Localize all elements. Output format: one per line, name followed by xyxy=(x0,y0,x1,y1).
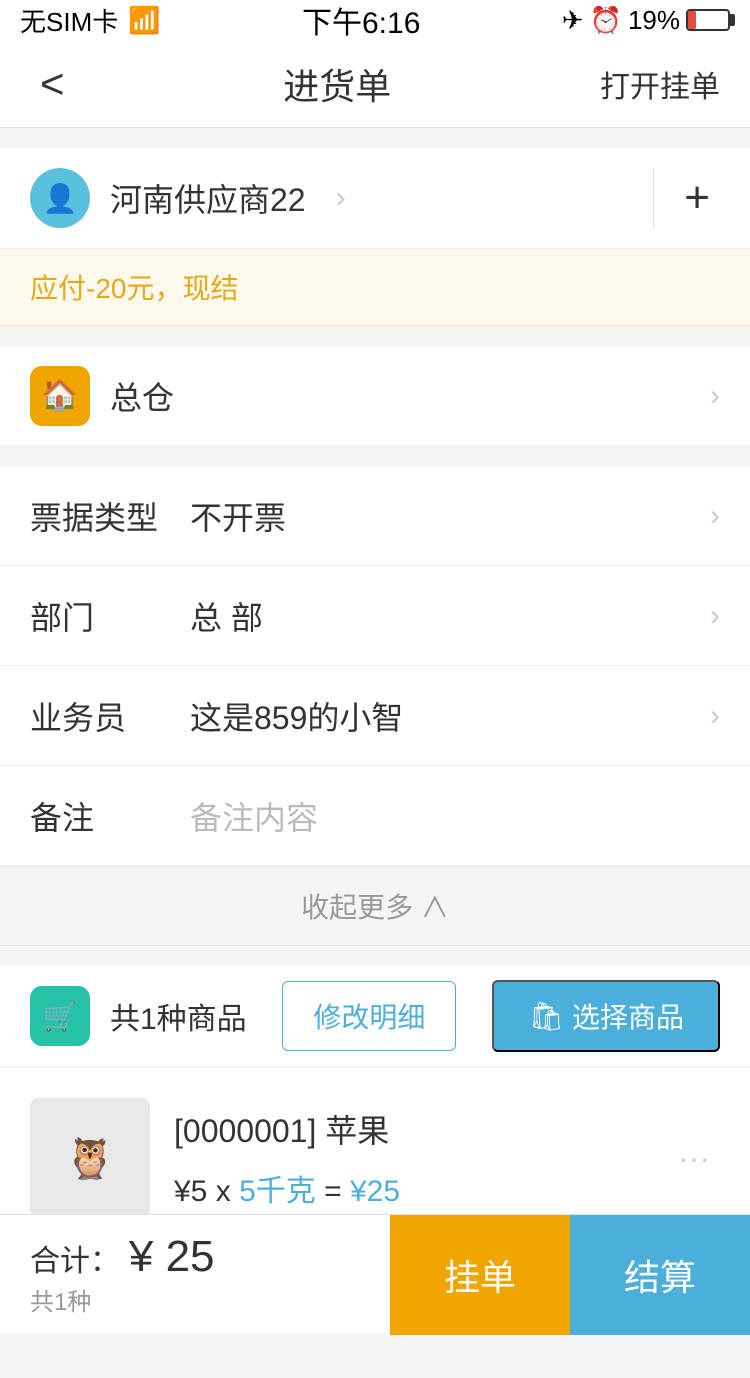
carrier-text: 无SIM卡 xyxy=(20,2,118,39)
product-name-text: 苹果 xyxy=(325,1113,389,1149)
battery-percent: 19% xyxy=(628,5,680,36)
remark-row[interactable]: 备注 备注内容 xyxy=(0,766,750,866)
status-time: 下午6:16 xyxy=(302,0,420,42)
footer-total: 合计： ¥ 25 共1种 xyxy=(0,1232,390,1317)
invoice-type-label: 票据类型 xyxy=(30,493,170,539)
back-button[interactable]: < xyxy=(30,50,75,118)
battery-icon xyxy=(686,9,730,31)
warehouse-row[interactable]: 🏠 总仓 › xyxy=(0,346,750,446)
remark-input[interactable]: 备注内容 xyxy=(190,793,720,839)
supplier-section: 👤 河南供应商22 › + xyxy=(0,148,750,249)
location-icon: ✈ xyxy=(562,5,584,36)
supplier-chevron-icon: › xyxy=(336,181,346,215)
product-header: 🛒 共1种商品 修改明细 🛍 选择商品 xyxy=(0,966,750,1066)
status-bar-right: ✈ ⏰ 19% xyxy=(562,5,730,36)
supplier-avatar: 👤 xyxy=(30,168,90,228)
product-icon: 🛒 xyxy=(30,986,90,1046)
total-value: ¥25 xyxy=(350,1175,400,1208)
invoice-type-row[interactable]: 票据类型 不开票 › xyxy=(0,466,750,566)
alarm-icon: ⏰ xyxy=(590,5,622,36)
warehouse-icon: 🏠 xyxy=(30,366,90,426)
page-title: 进货单 xyxy=(283,58,391,110)
warehouse-name: 总仓 xyxy=(110,373,680,419)
product-count: 共1种商品 xyxy=(110,994,262,1038)
total-label: 合计： xyxy=(30,1245,120,1278)
department-label: 部门 xyxy=(30,593,170,639)
hang-button[interactable]: 挂单 xyxy=(390,1215,570,1335)
warehouse-chevron-icon: › xyxy=(710,379,720,413)
footer: 合计： ¥ 25 共1种 挂单 结算 xyxy=(0,1214,750,1334)
product-code: [0000001] xyxy=(174,1113,316,1149)
wifi-icon: 📶 xyxy=(128,5,160,36)
supplier-name: 河南供应商22 xyxy=(110,175,306,221)
equals-sign: = xyxy=(324,1175,350,1208)
edit-detail-button[interactable]: 修改明细 xyxy=(282,981,456,1051)
invoice-type-value: 不开票 xyxy=(190,493,680,539)
product-more-button[interactable]: ··· xyxy=(668,1130,720,1187)
product-info: [0000001] 苹果 ¥5 x 5千克 = ¥25 xyxy=(174,1106,644,1210)
salesperson-label: 业务员 xyxy=(30,693,170,739)
collapse-label: 收起更多 ∧ xyxy=(301,886,449,926)
department-value: 总 部 xyxy=(190,593,680,639)
pay-button[interactable]: 结算 xyxy=(570,1215,750,1335)
select-product-label: 选择商品 xyxy=(572,996,684,1036)
status-bar-left: 无SIM卡 📶 xyxy=(20,2,161,39)
hang-label: 挂单 xyxy=(444,1249,516,1301)
invoice-chevron-icon: › xyxy=(710,499,720,533)
pay-label: 结算 xyxy=(624,1249,696,1301)
quantity-value: 5千克 xyxy=(239,1175,316,1208)
cart-icon: 🛍 xyxy=(528,1000,564,1033)
total-sub: 共1种 xyxy=(30,1282,360,1317)
total-amount: ¥ 25 xyxy=(129,1232,215,1281)
product-price: ¥5 x 5千克 = ¥25 xyxy=(174,1166,644,1210)
product-name: [0000001] 苹果 xyxy=(174,1106,644,1152)
divider xyxy=(653,168,654,228)
nav-bar: < 进货单 打开挂单 xyxy=(0,40,750,128)
status-bar: 无SIM卡 📶 下午6:16 ✈ ⏰ 19% xyxy=(0,0,750,40)
price-separator: x xyxy=(216,1175,239,1208)
salesperson-value: 这是859的小智 xyxy=(190,693,680,739)
add-supplier-button[interactable]: + xyxy=(674,163,720,233)
department-row[interactable]: 部门 总 部 › xyxy=(0,566,750,666)
remark-label: 备注 xyxy=(30,793,170,839)
price-value: ¥5 xyxy=(174,1175,207,1208)
salesperson-chevron-icon: › xyxy=(710,699,720,733)
product-thumbnail: 🦉 xyxy=(30,1098,150,1218)
select-product-button[interactable]: 🛍 选择商品 xyxy=(492,980,720,1052)
supplier-select[interactable]: 👤 河南供应商22 › xyxy=(30,148,633,248)
info-banner: 应付-20元，现结 xyxy=(0,249,750,326)
salesperson-row[interactable]: 业务员 这是859的小智 › xyxy=(0,666,750,766)
open-hang-button[interactable]: 打开挂单 xyxy=(600,62,720,106)
department-chevron-icon: › xyxy=(710,599,720,633)
collapse-button[interactable]: 收起更多 ∧ xyxy=(0,866,750,946)
